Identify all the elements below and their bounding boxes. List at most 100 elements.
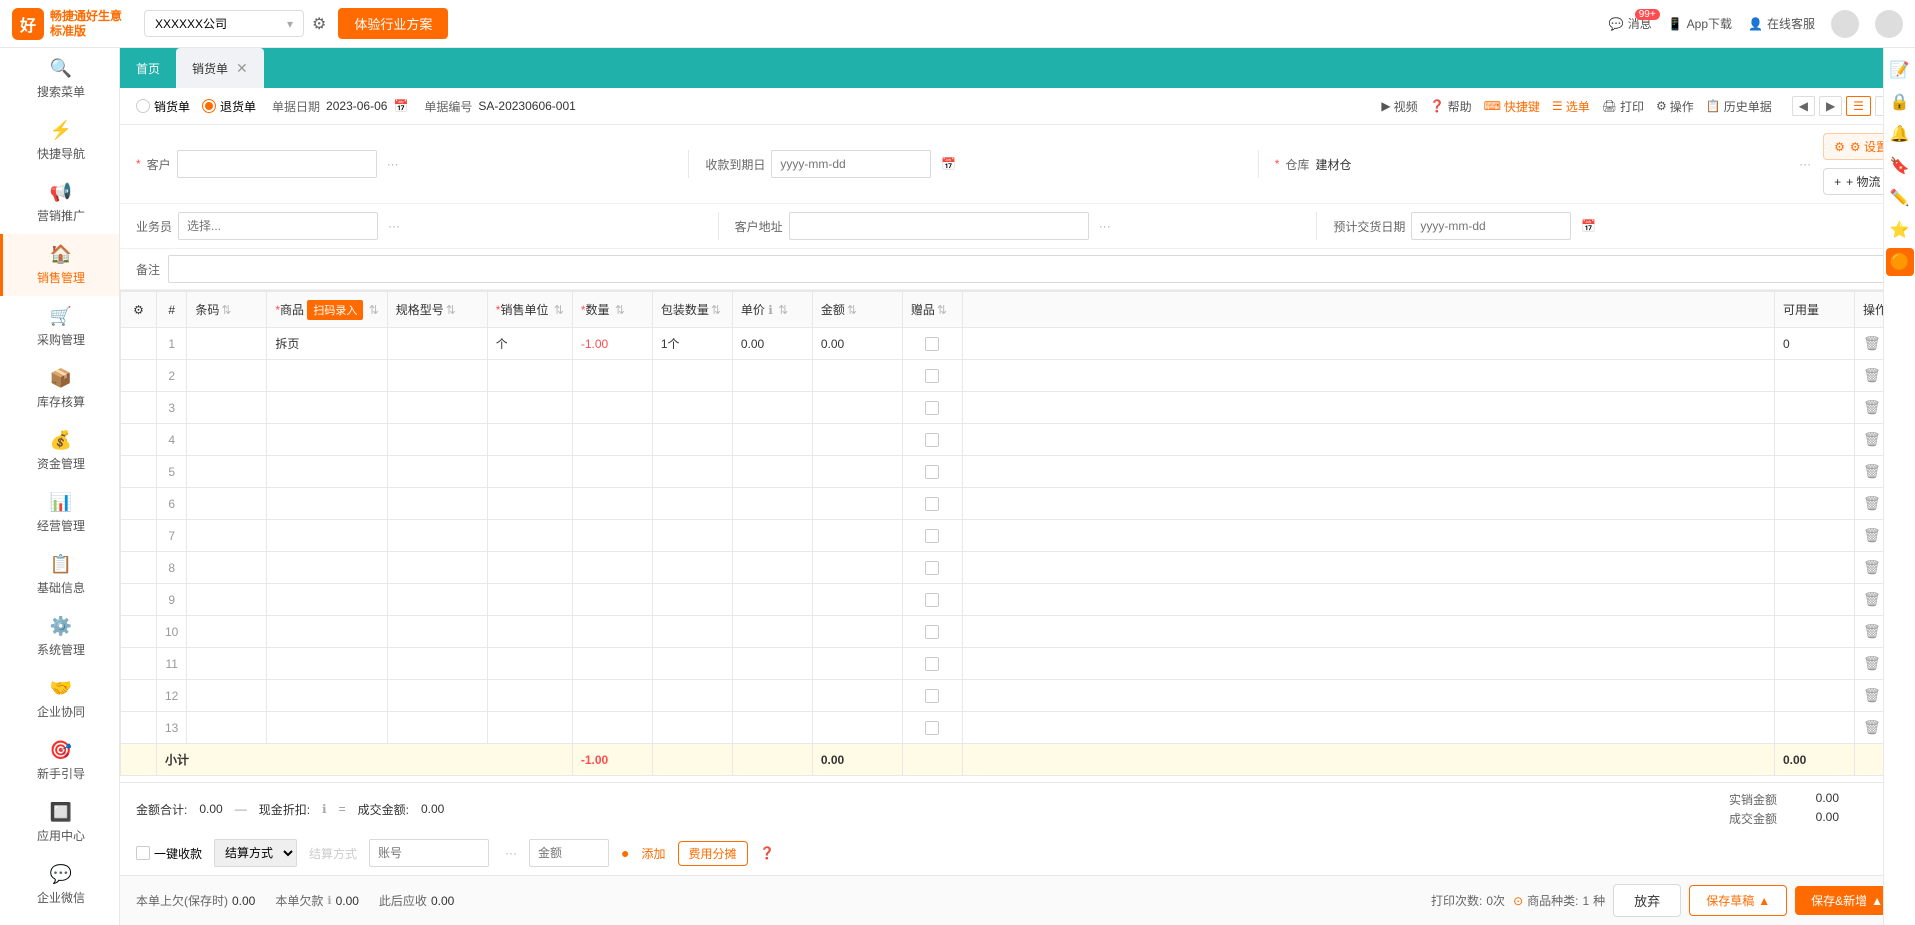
- sidebar-item-quick-nav[interactable]: ⚡ 快捷导航: [0, 110, 119, 172]
- notes-input[interactable]: [168, 255, 1899, 283]
- row6-delete-icon[interactable]: 🗑: [1863, 495, 1881, 512]
- row13-gift-cb[interactable]: [925, 721, 939, 735]
- row7-delete-icon[interactable]: 🗑: [1863, 527, 1881, 544]
- sort-product-icon[interactable]: ⇅: [369, 303, 379, 317]
- row12-gift-cb[interactable]: [925, 689, 939, 703]
- row4-gift-cb[interactable]: [925, 433, 939, 447]
- scan-button[interactable]: 扫码录入: [307, 300, 363, 320]
- next-icon[interactable]: ▶: [1819, 96, 1842, 116]
- customer-address-input[interactable]: [789, 212, 1089, 240]
- gear-icon[interactable]: ⚙: [133, 303, 144, 317]
- row2-gift-cb[interactable]: [925, 369, 939, 383]
- receipt-date-input[interactable]: [771, 150, 931, 178]
- salesperson-input[interactable]: [178, 212, 378, 240]
- row7-gift-cb[interactable]: [925, 529, 939, 543]
- sidebar-item-wechat[interactable]: 💬 企业微信: [0, 854, 119, 916]
- salesperson-more-icon[interactable]: ···: [388, 219, 400, 233]
- sidebar-item-member[interactable]: 👑 畅会员: [0, 916, 119, 925]
- row1-barcode[interactable]: [187, 328, 267, 360]
- help-btn[interactable]: ❓ 帮助: [1430, 98, 1472, 115]
- row11-delete-icon[interactable]: 🗑: [1863, 655, 1881, 672]
- shortcut-btn[interactable]: ⌨ 快捷键: [1484, 98, 1540, 115]
- row1-gift-cb[interactable]: [925, 337, 939, 351]
- sidebar-item-search[interactable]: 🔍 搜索菜单: [0, 48, 119, 110]
- address-more-icon[interactable]: ···: [1099, 219, 1111, 233]
- row1-qty[interactable]: -1.00: [572, 328, 652, 360]
- radio-return[interactable]: 退货单: [202, 98, 256, 115]
- sort-amount-icon[interactable]: ⇅: [847, 303, 857, 317]
- sidebar-item-guide[interactable]: 🎯 新手引导: [0, 730, 119, 792]
- row11-gift-cb[interactable]: [925, 657, 939, 671]
- right-panel-pencil-icon[interactable]: ✏️: [1886, 184, 1914, 212]
- one-click-pay-checkbox[interactable]: 一键收款: [136, 845, 202, 862]
- row1-spec[interactable]: [387, 328, 487, 360]
- messages-btn[interactable]: 💬 消息 99+: [1609, 15, 1652, 32]
- row3-gift-cb[interactable]: [925, 401, 939, 415]
- online-service-btn[interactable]: 👤 在线客服: [1748, 15, 1815, 32]
- sort-qty-icon[interactable]: ⇅: [615, 303, 625, 317]
- sort-barcode-icon[interactable]: ⇅: [221, 303, 231, 317]
- app-download-btn[interactable]: 📱 App下载: [1668, 15, 1732, 32]
- row12-delete-icon[interactable]: 🗑: [1863, 687, 1881, 704]
- avatar[interactable]: [1831, 10, 1859, 38]
- warehouse-more-icon[interactable]: ···: [1799, 157, 1811, 171]
- right-panel-orange-icon[interactable]: 🟠: [1886, 248, 1914, 276]
- customer-input[interactable]: [177, 150, 377, 178]
- sort-spec-icon[interactable]: ⇅: [446, 303, 456, 317]
- sidebar-item-purchase[interactable]: 🛒 采购管理: [0, 296, 119, 358]
- row6-gift-cb[interactable]: [925, 497, 939, 511]
- tab-close-icon[interactable]: ✕: [236, 60, 248, 77]
- settings-icon[interactable]: ⚙: [312, 14, 326, 34]
- row1-product[interactable]: 拆页: [267, 328, 387, 360]
- one-click-pay-cb[interactable]: [136, 846, 150, 860]
- sort-pack-icon[interactable]: ⇅: [711, 303, 721, 317]
- sidebar-item-operation[interactable]: 📊 经营管理: [0, 482, 119, 544]
- customer-more-icon[interactable]: ···: [387, 157, 399, 171]
- row5-delete-icon[interactable]: 🗑: [1863, 463, 1881, 480]
- row9-delete-icon[interactable]: 🗑: [1863, 591, 1881, 608]
- row5-gift-cb[interactable]: [925, 465, 939, 479]
- row10-delete-icon[interactable]: 🗑: [1863, 623, 1881, 640]
- video-btn[interactable]: ▶ 视频: [1381, 98, 1417, 115]
- sidebar-item-inventory[interactable]: 📦 库存核算: [0, 358, 119, 420]
- row1-price[interactable]: 0.00: [732, 328, 812, 360]
- calendar2-icon[interactable]: 📅: [941, 157, 956, 171]
- sidebar-item-collab[interactable]: 🤝 企业协同: [0, 668, 119, 730]
- right-panel-edit-icon[interactable]: 📝: [1886, 56, 1914, 84]
- row1-delete-icon[interactable]: 🗑: [1863, 335, 1881, 352]
- sort-gift-icon[interactable]: ⇅: [937, 303, 947, 317]
- sort-unit-icon[interactable]: ⇅: [554, 303, 564, 317]
- sidebar-item-finance[interactable]: 💰 资金管理: [0, 420, 119, 482]
- add-btn-label[interactable]: 添加: [642, 845, 666, 862]
- row8-delete-icon[interactable]: 🗑: [1863, 559, 1881, 576]
- avatar2[interactable]: [1875, 10, 1903, 38]
- list-view-icon[interactable]: ☰: [1846, 96, 1871, 116]
- row1-remark[interactable]: [962, 328, 1774, 360]
- sidebar-item-marketing[interactable]: 📢 营销推广: [0, 172, 119, 234]
- sidebar-item-system[interactable]: ⚙️ 系统管理: [0, 606, 119, 668]
- expected-date-input[interactable]: [1411, 212, 1571, 240]
- prev-icon[interactable]: ◀: [1792, 96, 1815, 116]
- radio-sales[interactable]: 销货单: [136, 98, 190, 115]
- calc-method-select[interactable]: 结算方式: [214, 839, 297, 867]
- sidebar-item-sales[interactable]: 🏠 销售管理: [0, 234, 119, 296]
- sort-price-icon[interactable]: ⇅: [778, 303, 788, 317]
- abandon-button[interactable]: 放弃: [1613, 884, 1681, 917]
- row3-delete-icon[interactable]: 🗑: [1863, 399, 1881, 416]
- trial-button[interactable]: 体验行业方案: [338, 8, 448, 39]
- select-btn[interactable]: ☰ 选单: [1552, 98, 1590, 115]
- row8-gift-cb[interactable]: [925, 561, 939, 575]
- payment-account-input[interactable]: [369, 839, 489, 867]
- right-panel-star-icon[interactable]: ⭐: [1886, 216, 1914, 244]
- right-panel-lock-icon[interactable]: 🔒: [1886, 88, 1914, 116]
- add-icon[interactable]: ●: [621, 845, 629, 861]
- operate-btn[interactable]: ⚙ 操作: [1656, 98, 1694, 115]
- row2-delete-icon[interactable]: 🗑: [1863, 367, 1881, 384]
- row13-delete-icon[interactable]: 🗑: [1863, 719, 1881, 736]
- right-panel-bell-icon[interactable]: 🔔: [1886, 120, 1914, 148]
- right-panel-bookmark-icon[interactable]: 🔖: [1886, 152, 1914, 180]
- row4-delete-icon[interactable]: 🗑: [1863, 431, 1881, 448]
- row10-gift-cb[interactable]: [925, 625, 939, 639]
- save-draft-button[interactable]: 保存草稿 ▲: [1689, 885, 1787, 916]
- sidebar-item-apps[interactable]: 🔲 应用中心: [0, 792, 119, 854]
